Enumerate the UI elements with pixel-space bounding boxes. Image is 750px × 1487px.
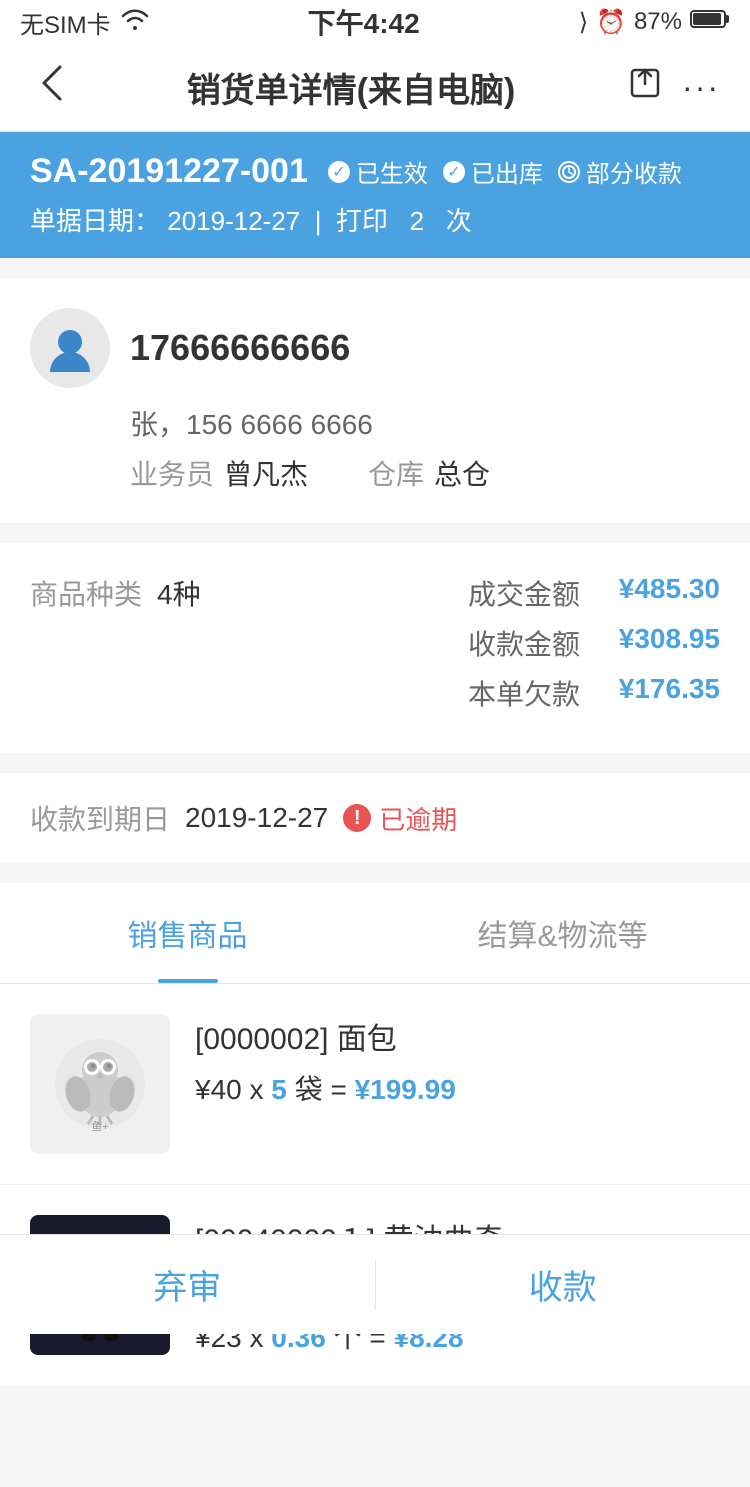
summary-section: 商品种类 4种 成交金额 ¥485.30 收款金额 ¥308.95 本单欠款 ¥… <box>0 543 750 753</box>
product-item: 鱼+ [0000002] 面包 ¥40 x 5 袋 = ¥199.99 <box>0 984 750 1185</box>
sales-name: 曾凡杰 <box>224 453 308 493</box>
due-label: 收款到期日 <box>30 798 170 838</box>
received-value: ¥308.95 <box>600 623 720 663</box>
location-icon: ⟩ <box>579 8 588 37</box>
clock-icon <box>558 161 580 183</box>
product-title-1: 面包 <box>337 1023 397 1056</box>
tab-settlement-label: 结算&物流等 <box>477 920 647 953</box>
badge-effective-label: 已生效 <box>356 154 428 189</box>
unit-1: 袋 <box>295 1074 323 1105</box>
status-bar: 无SIM卡 下午4:42 ⟩ ⏰ 87% <box>0 0 750 44</box>
due-section: 收款到期日 2019-12-27 ! 已逾期 <box>0 773 750 863</box>
product-id-1: [0000002] <box>195 1023 328 1056</box>
overdue-badge: ! 已逾期 <box>343 800 457 837</box>
tab-sales-products-label: 销售商品 <box>128 920 248 953</box>
warehouse-item: 仓库 总仓 <box>368 453 490 493</box>
order-date: 单据日期： 2019-12-27 | 打印 2 次 <box>30 201 720 238</box>
customer-name-detail: 张，156 6666 6666 <box>130 403 720 443</box>
alarm-icon: ⏰ <box>596 8 626 37</box>
order-header: SA-20191227-001 ✓ 已生效 ✓ 已出库 <box>0 132 750 258</box>
badge-effective: ✓ 已生效 <box>328 154 428 189</box>
warehouse-label: 仓库 <box>368 453 424 493</box>
wifi-icon <box>121 8 149 37</box>
warehouse-name: 总仓 <box>434 453 490 493</box>
customer-section: 17666666666 张，156 6666 6666 业务员 曾凡杰 仓库 总… <box>0 278 750 523</box>
check-icon-2: ✓ <box>443 161 465 183</box>
order-id: SA-20191227-001 <box>30 152 308 191</box>
badge-partial-label: 部分收款 <box>586 154 682 189</box>
page-title: 销货单详情(来自电脑) <box>187 63 516 112</box>
cancel-button[interactable]: 弃审 <box>0 1235 375 1334</box>
amount-value: ¥485.30 <box>600 573 720 613</box>
more-icon[interactable]: ··· <box>682 69 720 106</box>
print-count: 2 <box>410 206 424 236</box>
order-header-top: SA-20191227-001 ✓ 已生效 ✓ 已出库 <box>30 152 720 191</box>
tabs-row: 销售商品 结算&物流等 <box>0 883 750 984</box>
status-right: ⟩ ⏰ 87% <box>579 8 730 37</box>
nav-actions: ··· <box>628 66 720 109</box>
received-label: 收款金额 <box>468 623 580 663</box>
sales-label: 业务员 <box>130 453 214 493</box>
print-unit: 次 <box>446 206 472 236</box>
qty-1: 5 <box>271 1074 287 1105</box>
due-date: 2019-12-27 <box>185 802 328 834</box>
badge-shipped-label: 已出库 <box>471 154 543 189</box>
status-badges: ✓ 已生效 ✓ 已出库 部分收款 <box>328 154 682 189</box>
summary-right: 成交金额 ¥485.30 收款金额 ¥308.95 本单欠款 ¥176.35 <box>468 573 720 723</box>
product-types-label: 商品种类 <box>30 573 142 613</box>
overdue-icon: ! <box>343 804 371 832</box>
svg-text:鱼+: 鱼+ <box>91 1119 108 1133</box>
bottom-bar: 弃审 收款 <box>0 1234 750 1334</box>
equals-1: = <box>330 1074 354 1105</box>
badge-shipped: ✓ 已出库 <box>443 154 543 189</box>
product-price-row-1: ¥40 x 5 袋 = ¥199.99 <box>195 1068 720 1108</box>
status-time: 下午4:42 <box>308 2 420 42</box>
customer-phone: 17666666666 <box>130 327 350 369</box>
tab-settlement[interactable]: 结算&物流等 <box>375 883 750 983</box>
tab-sales-products[interactable]: 销售商品 <box>0 883 375 983</box>
tabs-section: 销售商品 结算&物流等 <box>0 883 750 984</box>
print-label: 打印 <box>336 206 388 236</box>
date-label: 单据日期： <box>30 206 160 236</box>
owed-value: ¥176.35 <box>600 673 720 713</box>
received-row: 收款金额 ¥308.95 <box>468 623 720 663</box>
nav-bar: 销货单详情(来自电脑) ··· <box>0 44 750 132</box>
check-icon-1: ✓ <box>328 161 350 183</box>
confirm-button[interactable]: 收款 <box>376 1235 750 1334</box>
signal-text: 无SIM卡 <box>20 5 111 40</box>
product-types-value: 4种 <box>157 573 201 613</box>
owed-label: 本单欠款 <box>468 673 580 713</box>
badge-partial: 部分收款 <box>558 154 682 189</box>
battery-icon <box>690 8 730 37</box>
sales-item: 业务员 曾凡杰 <box>130 453 308 493</box>
amount-row: 成交金额 ¥485.30 <box>468 573 720 613</box>
status-left: 无SIM卡 <box>20 5 149 40</box>
avatar <box>30 308 110 388</box>
product-name-1: [0000002] 面包 <box>195 1014 720 1058</box>
total-1: ¥199.99 <box>355 1074 456 1105</box>
overdue-text: 已逾期 <box>379 800 457 837</box>
product-image-1: 鱼+ <box>30 1014 170 1154</box>
product-info-1: [0000002] 面包 ¥40 x 5 袋 = ¥199.99 <box>195 1014 720 1108</box>
product-types-item: 商品种类 4种 <box>30 573 201 613</box>
owed-row: 本单欠款 ¥176.35 <box>468 673 720 713</box>
product-placeholder-1: 鱼+ <box>30 1014 170 1154</box>
battery-text: 87% <box>634 8 682 36</box>
amount-label: 成交金额 <box>468 573 580 613</box>
share-icon[interactable] <box>628 66 662 109</box>
back-button[interactable] <box>30 53 74 122</box>
multiply-sign-1: x <box>250 1074 272 1105</box>
customer-row: 17666666666 <box>30 308 720 388</box>
customer-meta: 业务员 曾凡杰 仓库 总仓 <box>130 453 720 493</box>
unit-price-1: ¥40 <box>195 1074 242 1105</box>
date-value: 2019-12-27 <box>167 206 300 236</box>
summary-left: 商品种类 4种 <box>30 573 201 621</box>
